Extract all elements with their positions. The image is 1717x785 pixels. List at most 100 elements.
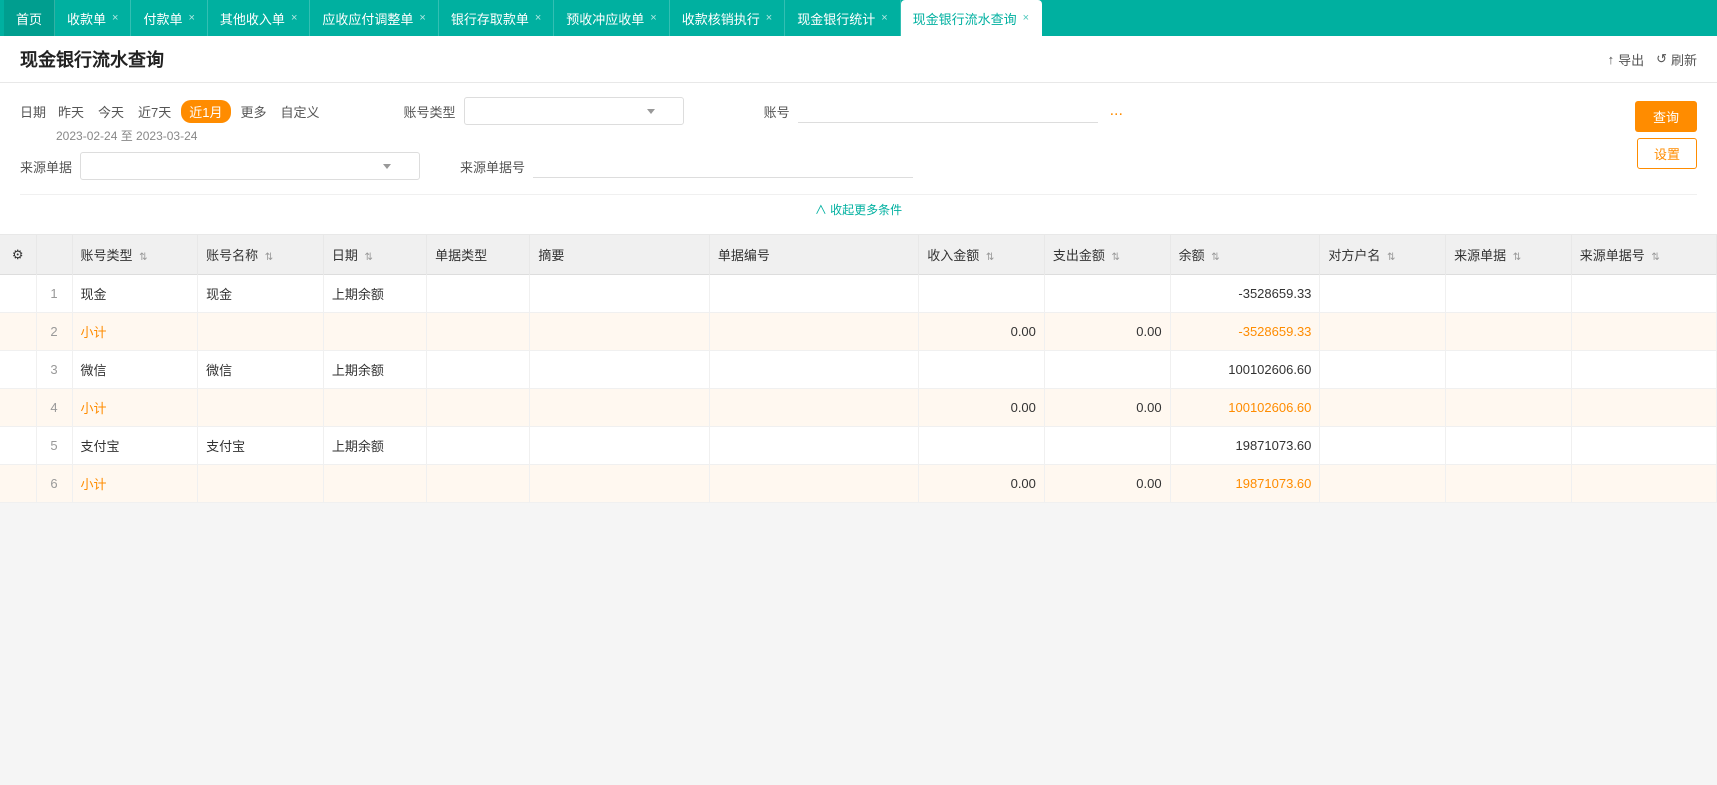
refresh-icon: ↺ xyxy=(1656,51,1667,67)
close-payment-icon[interactable]: × xyxy=(188,12,194,24)
cell-income xyxy=(919,275,1045,313)
close-writeoff-icon[interactable]: × xyxy=(766,12,772,24)
cell-account-type: 小计 xyxy=(72,465,198,503)
nav-tab-cash-stats-label: 现金银行统计 xyxy=(797,9,875,28)
account-type-label: 账号类型 xyxy=(404,102,456,121)
account-filter-item: 账号 ... xyxy=(764,99,1123,123)
table-row[interactable]: 6小计0.000.0019871073.60 xyxy=(0,465,1717,503)
close-other-income-icon[interactable]: × xyxy=(291,12,297,24)
collapse-more-conditions[interactable]: ∧ 收起更多条件 xyxy=(20,194,1697,224)
source-doc-no-label: 来源单据号 xyxy=(460,157,525,176)
col-date[interactable]: 日期 ⇅ xyxy=(323,235,426,275)
cell-income xyxy=(919,427,1045,465)
col-expense[interactable]: 支出金额 ⇅ xyxy=(1044,235,1170,275)
close-bank-deposit-icon[interactable]: × xyxy=(535,12,541,24)
col-counterparty[interactable]: 对方户名 ⇅ xyxy=(1320,235,1446,275)
cell-expense: 0.00 xyxy=(1044,313,1170,351)
nav-tab-adjustment[interactable]: 应收应付调整单 × xyxy=(310,0,438,36)
cell-row-num: 5 xyxy=(36,427,72,465)
source-doc-filter-item: 来源单据 xyxy=(20,152,420,180)
nav-tab-receipt[interactable]: 收款单 × xyxy=(55,0,131,36)
source-doc-select[interactable] xyxy=(80,152,420,180)
cell-date xyxy=(323,465,426,503)
table-container: ⚙ 账号类型 ⇅ 账号名称 ⇅ 日期 ⇅ 单据类型 摘要 单据编号 收入金额 ⇅… xyxy=(0,235,1717,503)
sort-source-doc-no-icon: ⇅ xyxy=(1651,252,1659,263)
nav-tab-home-label: 首页 xyxy=(16,9,42,28)
cell-date xyxy=(323,313,426,351)
cell-summary xyxy=(530,275,710,313)
date-btn-today[interactable]: 今天 xyxy=(94,100,128,123)
table-header-row: ⚙ 账号类型 ⇅ 账号名称 ⇅ 日期 ⇅ 单据类型 摘要 单据编号 收入金额 ⇅… xyxy=(0,235,1717,275)
col-account-name[interactable]: 账号名称 ⇅ xyxy=(198,235,324,275)
source-doc-no-input[interactable] xyxy=(533,154,913,178)
account-input[interactable] xyxy=(798,99,1098,123)
close-cash-flow-icon[interactable]: × xyxy=(1023,12,1029,24)
sort-balance-icon: ⇅ xyxy=(1211,252,1219,263)
export-label: 导出 xyxy=(1618,50,1644,69)
sort-counterparty-icon: ⇅ xyxy=(1387,252,1395,263)
table-row[interactable]: 1现金现金上期余额-3528659.33 xyxy=(0,275,1717,313)
cell-source-doc-no xyxy=(1571,313,1716,351)
table-row[interactable]: 3微信微信上期余额100102606.60 xyxy=(0,351,1717,389)
cell-doc-no xyxy=(709,313,918,351)
date-btn-1month[interactable]: 近1月 xyxy=(181,100,230,123)
table-row[interactable]: 2小计0.000.00-3528659.33 xyxy=(0,313,1717,351)
account-type-select[interactable] xyxy=(464,97,684,125)
cell-doc-no xyxy=(709,275,918,313)
cell-income xyxy=(919,351,1045,389)
source-doc-no-filter-item: 来源单据号 xyxy=(460,154,913,178)
filter-area: 日期 昨天 今天 近7天 近1月 更多 自定义 账号类型 xyxy=(0,83,1717,235)
close-adjustment-icon[interactable]: × xyxy=(419,12,425,24)
cell-row-num: 4 xyxy=(36,389,72,427)
cell-balance: 19871073.60 xyxy=(1170,427,1320,465)
date-btn-7days[interactable]: 近7天 xyxy=(134,100,175,123)
query-button[interactable]: 查询 xyxy=(1635,101,1697,132)
col-source-doc[interactable]: 来源单据 ⇅ xyxy=(1446,235,1572,275)
nav-tab-cash-stats[interactable]: 现金银行统计 × xyxy=(785,0,900,36)
account-ellipsis-btn[interactable]: ... xyxy=(1110,102,1123,120)
close-receipt-icon[interactable]: × xyxy=(112,12,118,24)
close-cash-stats-icon[interactable]: × xyxy=(881,12,887,24)
nav-tab-other-income[interactable]: 其他收入单 × xyxy=(208,0,310,36)
sort-account-type-icon: ⇅ xyxy=(139,252,147,263)
cell-income: 0.00 xyxy=(919,389,1045,427)
col-account-type[interactable]: 账号类型 ⇅ xyxy=(72,235,198,275)
col-income[interactable]: 收入金额 ⇅ xyxy=(919,235,1045,275)
cell-expense xyxy=(1044,351,1170,389)
date-btn-custom[interactable]: 自定义 xyxy=(277,100,324,123)
export-button[interactable]: ↑ 导出 xyxy=(1608,50,1645,69)
date-shortcuts: 昨天 今天 近7天 近1月 更多 自定义 xyxy=(54,100,324,123)
cell-doc-type xyxy=(427,351,530,389)
nav-tab-writeoff[interactable]: 收款核销执行 × xyxy=(670,0,785,36)
cell-doc-no xyxy=(709,427,918,465)
table-row[interactable]: 5支付宝支付宝上期余额19871073.60 xyxy=(0,427,1717,465)
cell-expense: 0.00 xyxy=(1044,465,1170,503)
date-btn-yesterday[interactable]: 昨天 xyxy=(54,100,88,123)
nav-tab-cash-flow[interactable]: 现金银行流水查询 × xyxy=(901,0,1042,36)
cell-balance: -3528659.33 xyxy=(1170,275,1320,313)
cell-source-doc xyxy=(1446,427,1572,465)
cell-source-doc xyxy=(1446,313,1572,351)
cell-account-name: 支付宝 xyxy=(198,427,324,465)
nav-tab-home[interactable]: 首页 xyxy=(4,0,55,36)
refresh-button[interactable]: ↺ 刷新 xyxy=(1656,50,1697,69)
nav-tab-pre-receipt[interactable]: 预收冲应收单 × xyxy=(554,0,669,36)
nav-tab-payment[interactable]: 付款单 × xyxy=(131,0,207,36)
sort-income-icon: ⇅ xyxy=(986,252,994,263)
date-btn-more[interactable]: 更多 xyxy=(237,100,271,123)
cell-expense: 0.00 xyxy=(1044,389,1170,427)
close-pre-receipt-icon[interactable]: × xyxy=(650,12,656,24)
settings-button[interactable]: 设置 xyxy=(1637,138,1697,169)
cell-account-type: 小计 xyxy=(72,313,198,351)
nav-tab-receipt-label: 收款单 xyxy=(67,9,106,28)
sort-expense-icon: ⇅ xyxy=(1112,252,1120,263)
col-source-doc-no[interactable]: 来源单据号 ⇅ xyxy=(1571,235,1716,275)
nav-tab-bank-deposit[interactable]: 银行存取款单 × xyxy=(439,0,554,36)
table-row[interactable]: 4小计0.000.00100102606.60 xyxy=(0,389,1717,427)
col-settings[interactable]: ⚙ xyxy=(0,235,36,275)
cell-account-name: 微信 xyxy=(198,351,324,389)
nav-tab-bank-deposit-label: 银行存取款单 xyxy=(451,9,529,28)
cell-doc-type xyxy=(427,389,530,427)
cell-source-doc-no xyxy=(1571,275,1716,313)
col-balance[interactable]: 余额 ⇅ xyxy=(1170,235,1320,275)
